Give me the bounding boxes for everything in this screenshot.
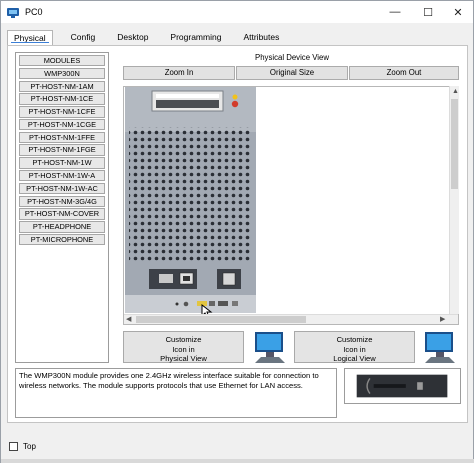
customize-physical-label-2: Icon in [172,344,195,354]
tab-attributes[interactable]: Attributes [237,30,285,45]
module-item-pt-host-nm-1ce[interactable]: PT-HOST-NM-1CE [19,93,105,105]
module-item-pt-host-nm-1am[interactable]: PT-HOST-NM-1AM [19,80,105,92]
module-item-pt-host-nm-3g4g[interactable]: PT-HOST-NM-3G/4G [19,195,105,207]
top-checkbox-row[interactable]: Top [9,442,36,451]
pc-device-image[interactable] [125,87,256,313]
tab-programming[interactable]: Programming [164,30,227,45]
scroll-right-icon[interactable]: ▶ [440,315,445,325]
tab-bar: Physical Config Desktop Programming Attr… [7,30,295,45]
vertical-scrollbar[interactable]: ▲ [449,86,459,314]
physical-device-view-title: Physical Device View [255,53,329,62]
packet-tracer-app-icon [7,8,19,18]
module-item-pt-microphone[interactable]: PT-MICROPHONE [19,233,105,246]
modules-list: MODULES WMP300N PT-HOST-NM-1AM PT-HOST-N… [15,52,109,363]
module-item-pt-host-nm-1w[interactable]: PT-HOST-NM-1W [19,157,105,169]
close-icon: ✕ [453,6,463,19]
module-item-pt-host-nm-1w-ac[interactable]: PT-HOST-NM-1W-AC [19,182,105,195]
tab-physical[interactable]: Physical [7,30,53,45]
module-item-pt-host-nm-cover[interactable]: PT-HOST-NM-COVER [19,208,105,220]
maximize-button[interactable]: ☐ [412,1,444,23]
close-button[interactable]: ✕ [442,1,474,23]
tab-config[interactable]: Config [65,30,102,45]
customize-logical-label-3: Logical View [333,354,376,363]
pc-monitor-icon [255,332,285,363]
module-description: The WMP300N module provides one 2.4GHz w… [15,368,337,418]
module-item-pt-host-nm-1cfe[interactable]: PT-HOST-NM-1CFE [19,106,105,118]
module-item-pt-headphone[interactable]: PT-HEADPHONE [19,221,105,233]
module-item-pt-host-nm-1w-a[interactable]: PT-HOST-NM-1W-A [19,170,105,182]
window-title: PC0 [25,7,43,17]
customize-logical-label-1: Customize [336,335,373,344]
modules-header: MODULES [19,55,105,67]
vertical-scroll-thumb[interactable] [451,99,458,189]
bottom-edge [1,459,474,463]
minimize-icon: — [389,6,401,18]
scroll-up-icon[interactable]: ▲ [452,87,459,97]
module-item-pt-host-nm-1cge[interactable]: PT-HOST-NM-1CGE [19,118,105,131]
horizontal-scrollbar[interactable]: ◀ ▶ [124,314,458,324]
customize-physical-label-3: Physical View [160,354,207,363]
module-thumbnail-image [344,368,461,404]
customize-physical-label-1: Customize [165,335,202,344]
horizontal-scroll-thumb[interactable] [136,316,306,323]
module-item-wmp300n[interactable]: WMP300N [19,67,105,80]
pc-logical-icon [425,332,455,363]
module-item-pt-host-nm-1fge[interactable]: PT-HOST-NM-1FGE [19,144,105,156]
original-size-button[interactable]: Original Size [236,66,348,80]
customize-logical-view-button[interactable]: Customize Icon in Logical View [294,331,415,363]
scroll-left-icon[interactable]: ◀ [126,315,131,325]
zoom-out-button[interactable]: Zoom Out [349,66,459,80]
minimize-button[interactable]: — [379,1,411,23]
tab-desktop[interactable]: Desktop [111,30,154,45]
top-label: Top [23,442,36,451]
pc0-window: PC0 — ☐ ✕ Physical Config Desktop Progra… [0,0,474,463]
module-item-pt-host-nm-1ffe[interactable]: PT-HOST-NM-1FFE [19,131,105,144]
customize-physical-view-button[interactable]: Customize Icon in Physical View [123,331,244,363]
maximize-icon: ☐ [423,6,433,19]
customize-logical-label-2: Icon in [343,344,366,354]
top-checkbox[interactable] [9,442,18,451]
zoom-in-button[interactable]: Zoom In [123,66,235,80]
